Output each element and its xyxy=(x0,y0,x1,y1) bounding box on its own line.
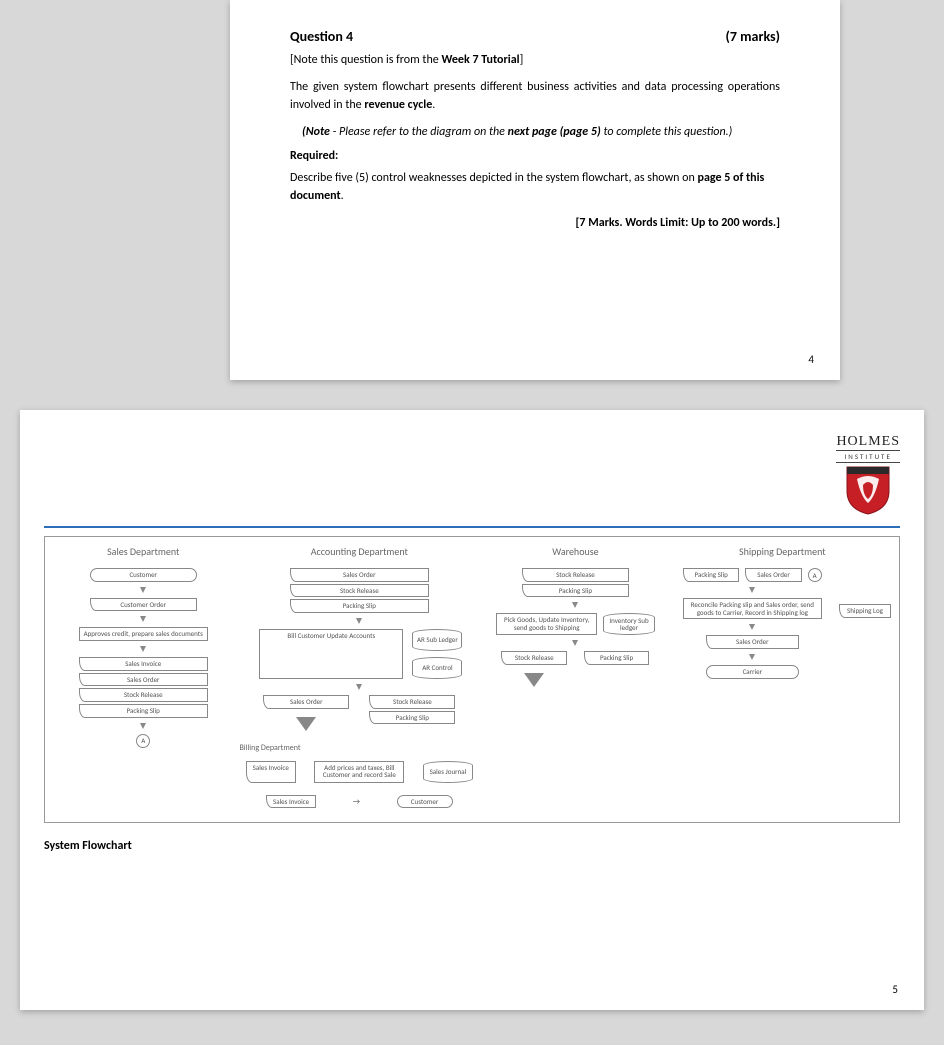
connector-a: A xyxy=(136,734,150,748)
page-4: Question 4 (7 marks) [Note this question… xyxy=(230,0,840,380)
page-number-5: 5 xyxy=(892,983,898,996)
node-wh-packing-slip-2: Packing Slip xyxy=(584,651,650,665)
node-ar-sub-ledger: AR Sub Ledger xyxy=(412,629,462,651)
node-acct-sales-order: Sales Order xyxy=(290,568,429,582)
node-customer: Customer xyxy=(90,568,197,582)
node-customer-2: Customer xyxy=(397,795,453,809)
question-header: Question 4 (7 marks) xyxy=(290,28,780,45)
question-marks: (7 marks) xyxy=(726,28,780,45)
file-triangle-2 xyxy=(524,673,544,687)
node-sales-invoice-2: Sales Invoice xyxy=(246,761,296,783)
department-row: Sales Department Customer Customer Order… xyxy=(51,545,893,812)
node-add-prices: Add prices and taxes, Bill Customer and … xyxy=(314,761,404,783)
node-carrier: Carrier xyxy=(706,665,800,679)
dept-sales: Sales Department Customer Customer Order… xyxy=(51,545,235,812)
node-packing-slip: Packing Slip xyxy=(79,704,208,718)
node-sales-invoice-3: Sales Invoice xyxy=(266,795,316,809)
system-flowchart-title: System Flowchart xyxy=(44,839,900,853)
node-acct-packing-slip: Packing Slip xyxy=(290,599,429,613)
holmes-logo: HOLMES INSTITUTE xyxy=(836,434,900,520)
node-inventory-sub-ledger: Inventory Sub ledger xyxy=(603,613,654,635)
node-wh-stock-release: Stock Release xyxy=(522,568,629,582)
dept-warehouse-title: Warehouse xyxy=(483,545,667,558)
node-acct-stock-release: Stock Release xyxy=(290,584,429,598)
divider-rule xyxy=(44,526,900,528)
logo-name: HOLMES xyxy=(836,434,900,450)
shield-icon xyxy=(845,465,891,515)
connector-a-2: A xyxy=(808,568,822,582)
dept-shipping-title: Shipping Department xyxy=(672,545,893,558)
node-sales-order-2: Sales Order xyxy=(263,695,349,709)
logo-subtitle: INSTITUTE xyxy=(836,450,900,463)
node-wh-stock-release-2: Stock Release xyxy=(501,651,567,665)
node-ship-sales-order-2: Sales Order xyxy=(706,635,800,649)
diagram-note: (Note - Please refer to the diagram on t… xyxy=(302,125,780,139)
node-ar-control: AR Control xyxy=(412,657,462,679)
node-wh-packing-slip: Packing Slip xyxy=(522,584,629,598)
logo-area: HOLMES INSTITUTE xyxy=(44,434,900,520)
billing-subsection: Billing Department Sales Invoice Add pri… xyxy=(239,743,479,813)
node-stock-release-2: Stock Release xyxy=(369,695,455,709)
source-note: [Note this question is from the Week 7 T… xyxy=(290,51,780,70)
page-5: HOLMES INSTITUTE Sales Department Custom… xyxy=(20,410,924,1010)
page-number: 4 xyxy=(808,353,814,366)
node-sales-invoice: Sales Invoice xyxy=(79,657,208,671)
node-approve-credit: Approves credit, prepare sales documents xyxy=(79,627,208,641)
node-bill-customer: Bill Customer Update Accounts xyxy=(259,629,403,679)
dept-sales-title: Sales Department xyxy=(51,545,235,558)
marks-limit: [7 Marks. Words Limit: Up to 200 words.] xyxy=(290,216,780,230)
node-packing-slip-2: Packing Slip xyxy=(369,711,455,725)
node-stock-release: Stock Release xyxy=(79,688,208,702)
node-sales-order: Sales Order xyxy=(79,673,208,687)
flowchart-frame: Sales Department Customer Customer Order… xyxy=(44,536,900,823)
file-triangle-1 xyxy=(296,717,316,731)
question-intro: The given system flowchart presents diff… xyxy=(290,78,780,115)
billing-title: Billing Department xyxy=(239,743,479,753)
dept-shipping: Shipping Department Packing Slip Sales O… xyxy=(672,545,893,812)
task-text: Describe five (5) control weaknesses dep… xyxy=(290,169,780,206)
question-title: Question 4 xyxy=(290,28,353,45)
node-customer-order: Customer Order xyxy=(90,598,197,612)
dept-warehouse: Warehouse Stock Release Packing Slip Pic… xyxy=(483,545,667,812)
node-shipping-log: Shipping Log xyxy=(839,604,891,618)
node-pick-goods: Pick Goods, Update Inventory, send goods… xyxy=(496,613,597,635)
node-ship-sales-order: Sales Order xyxy=(745,568,801,582)
dept-accounting: Accounting Department Sales Order Stock … xyxy=(239,545,479,812)
node-ship-packing-slip: Packing Slip xyxy=(683,568,739,582)
dept-accounting-title: Accounting Department xyxy=(239,545,479,558)
node-sales-journal: Sales Journal xyxy=(423,761,473,783)
node-reconcile: Reconcile Packing slip and Sales order, … xyxy=(683,598,822,619)
required-label: Required: xyxy=(290,149,780,163)
